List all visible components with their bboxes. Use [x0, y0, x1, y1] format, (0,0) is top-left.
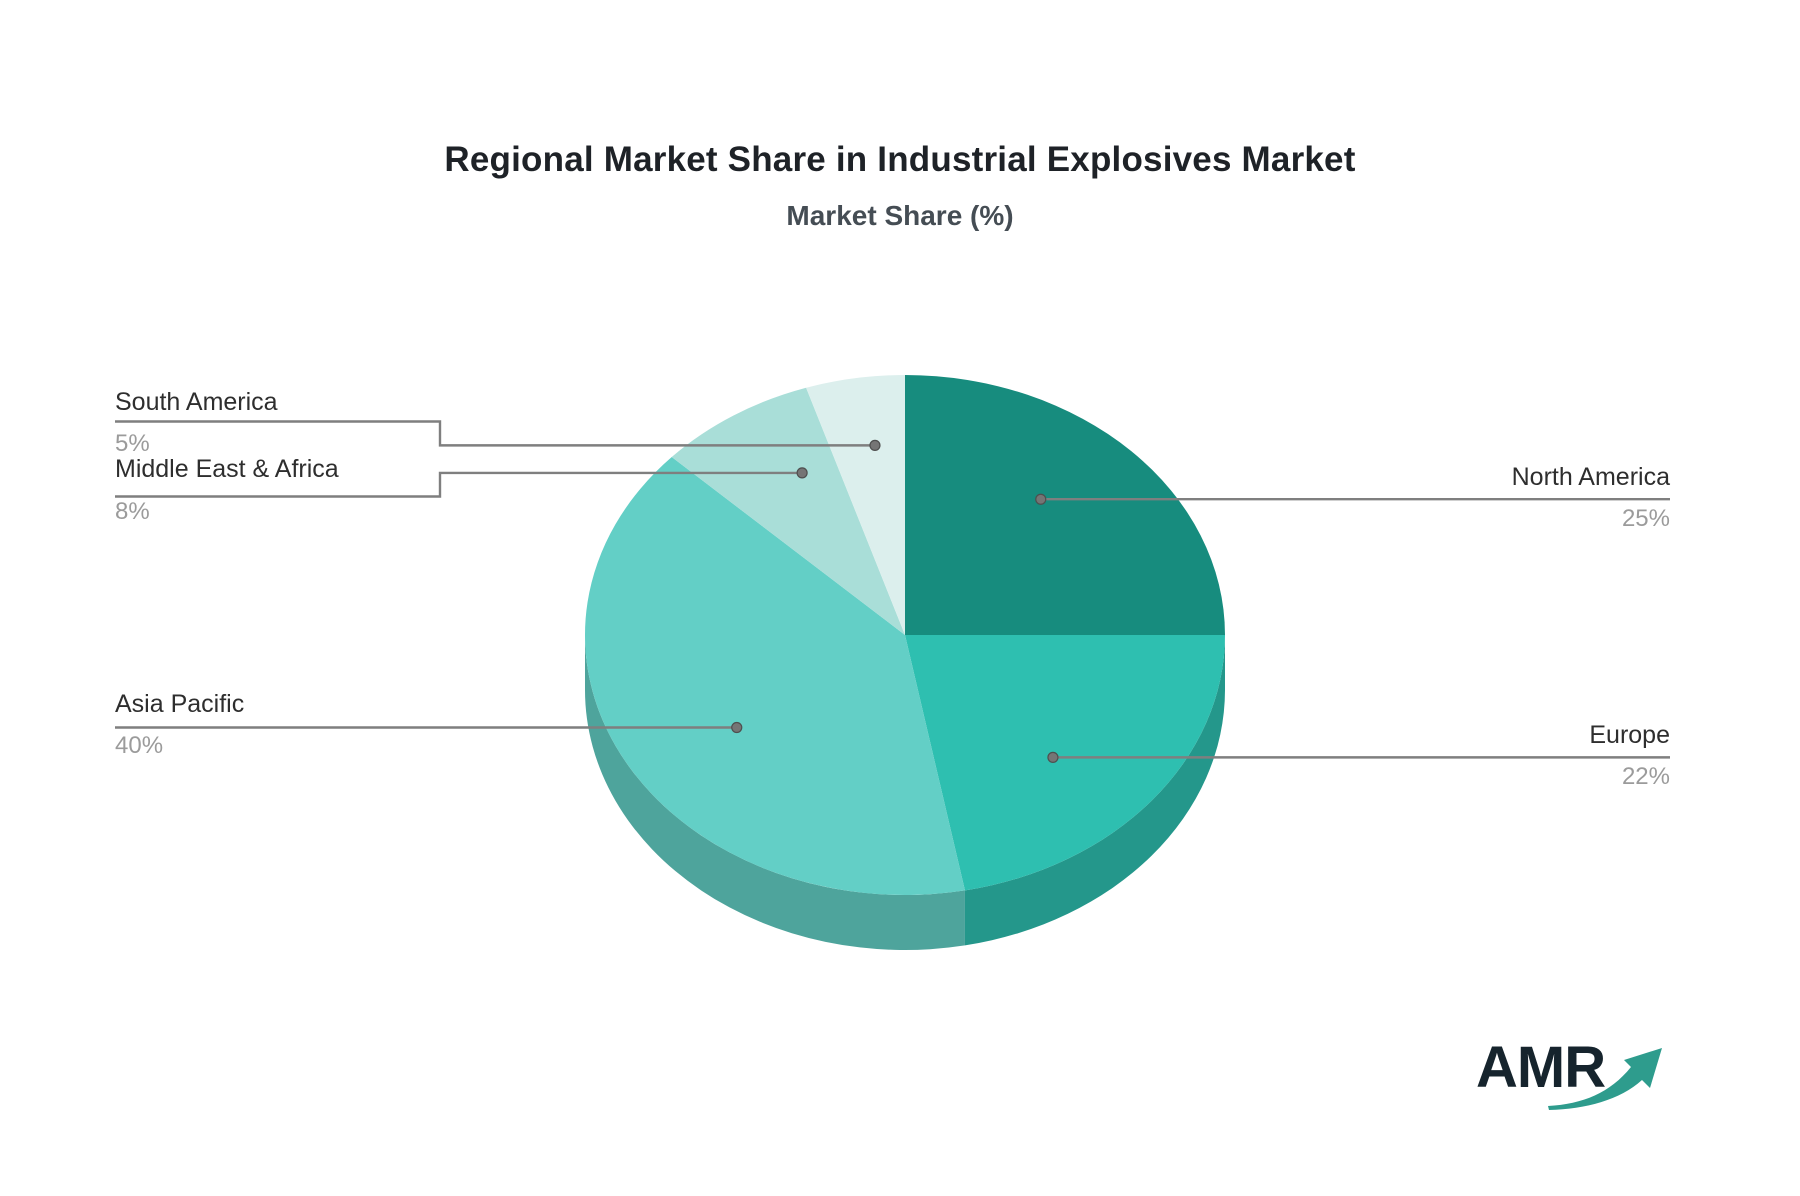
callout-north-america: North America 25%: [1512, 464, 1670, 532]
slice-value-europe: 22%: [1589, 764, 1670, 790]
callout-europe: Europe 22%: [1589, 722, 1670, 790]
slice-label-north-america: North America: [1512, 464, 1670, 492]
chart-subtitle: Market Share (%): [0, 200, 1800, 232]
slice-label-south-america: South America: [115, 389, 278, 417]
callout-dot-asia-pacific: [732, 722, 742, 732]
pie-rim-europe: [965, 635, 1225, 945]
amr-logo: AMR: [1476, 1034, 1676, 1114]
callout-dot-europe: [1048, 752, 1058, 762]
pie-slice-asia-pacific: [585, 457, 965, 895]
callout-middle-east-africa: Middle East & Africa 8%: [115, 456, 339, 525]
amr-logo-arrow-icon: [1520, 1028, 1670, 1118]
slice-value-asia-pacific: 40%: [115, 733, 244, 759]
pie-slice-south-america: [806, 375, 905, 635]
callout-dot-south-america: [870, 440, 880, 450]
chart-title: Regional Market Share in Industrial Expl…: [0, 140, 1800, 180]
pie-slice-europe: [905, 635, 1225, 890]
pie-slice-north-america: [905, 375, 1225, 635]
slice-value-north-america: 25%: [1512, 506, 1670, 532]
slice-label-middle-east-africa: Middle East & Africa: [115, 456, 339, 484]
callout-dot-north-america: [1036, 494, 1046, 504]
pie-rim-asia-pacific: [585, 635, 965, 950]
callout-asia-pacific: Asia Pacific 40%: [115, 691, 244, 759]
slice-label-europe: Europe: [1589, 722, 1670, 750]
callout-dot-middle-east-and-africa: [797, 468, 807, 478]
pie-slice-middle-east-and-africa: [672, 388, 905, 635]
slice-label-asia-pacific: Asia Pacific: [115, 691, 244, 719]
slice-value-south-america: 5%: [115, 431, 278, 457]
callout-south-america: South America 5%: [115, 389, 278, 457]
chart-canvas: Regional Market Share in Industrial Expl…: [0, 0, 1800, 1196]
slice-value-middle-east-africa: 8%: [115, 499, 339, 525]
